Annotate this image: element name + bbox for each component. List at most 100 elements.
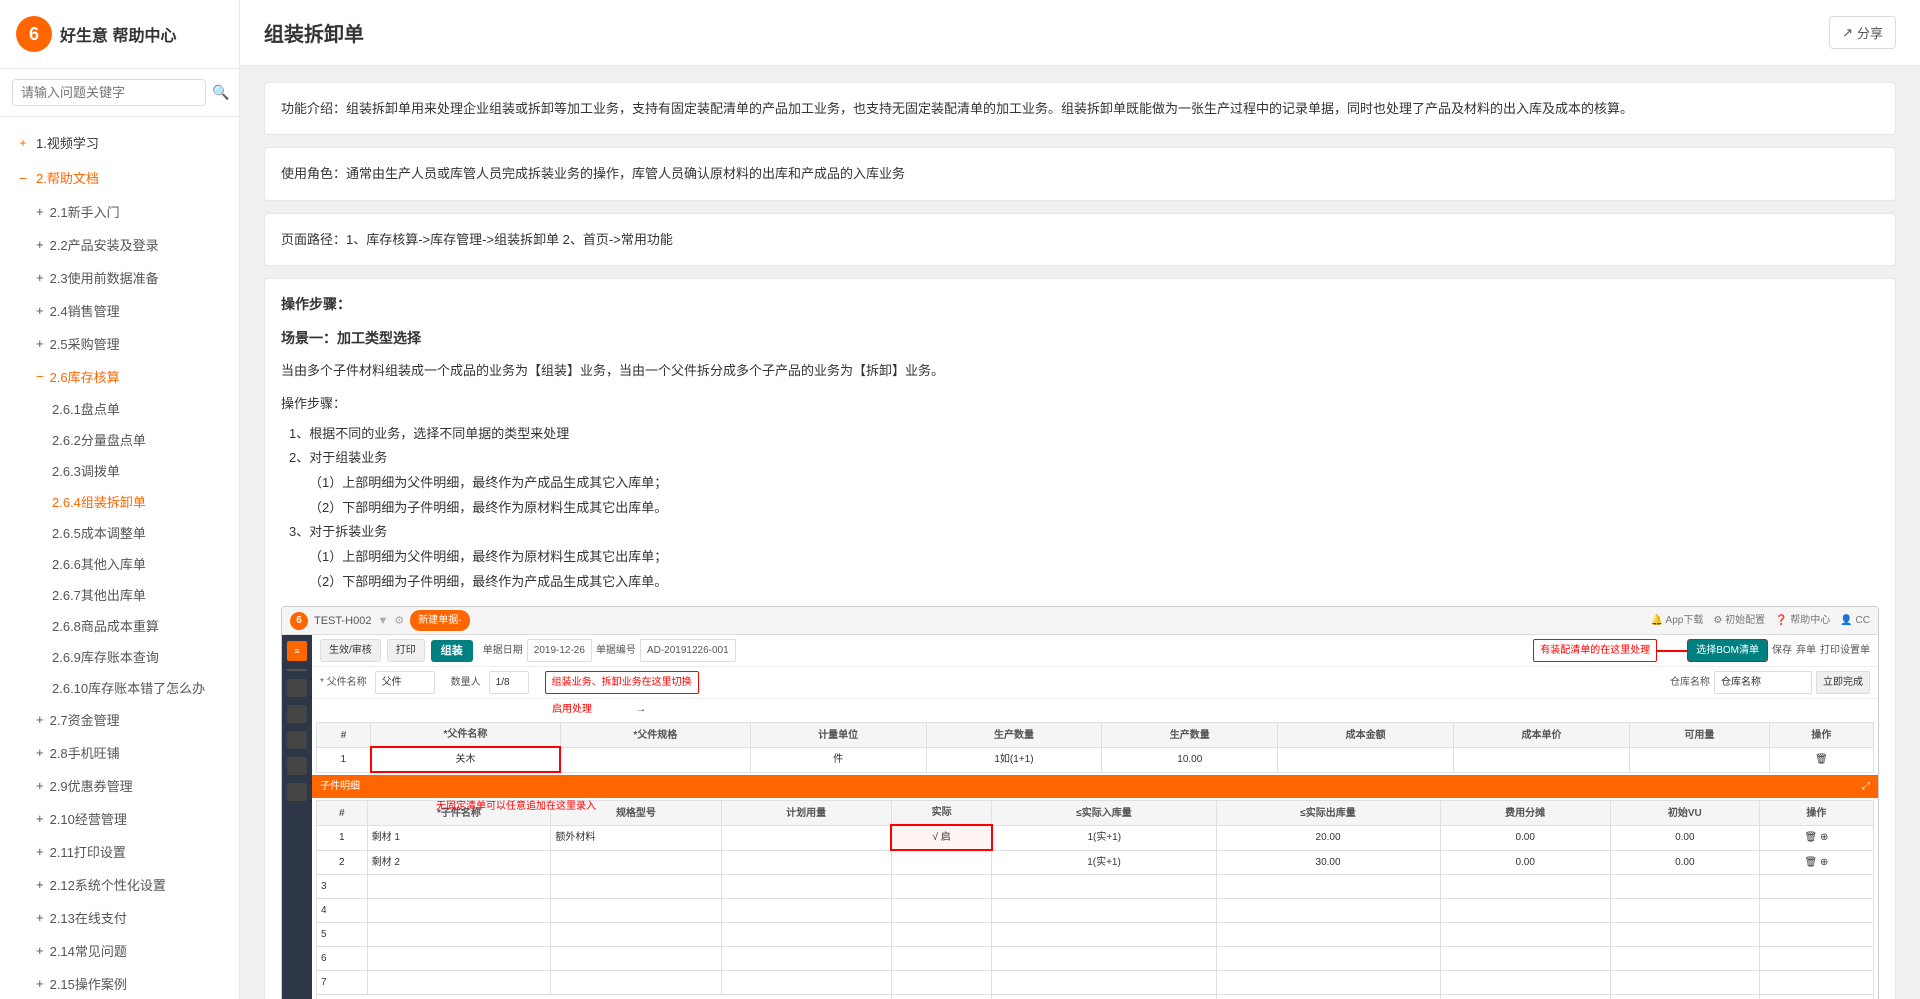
app-bom-btn[interactable]: 选择BOM清单: [1687, 639, 1768, 662]
step2-sub1: （1）上部明细为父件明细，最终作为产成品生成其它入库单；: [309, 471, 1879, 496]
logo-text: 好生意 帮助中心: [60, 22, 176, 46]
sidebar-item-inventory[interactable]: − 2.6库存核算: [28, 360, 239, 393]
app-save-btn[interactable]: 生效/审核: [320, 639, 381, 662]
main-header: 组装拆卸单 ↗ 分享: [240, 0, 1920, 66]
sidebar-item-online-pay[interactable]: + 2.13在线支付: [28, 901, 239, 934]
sidebar-item-install[interactable]: + 2.2产品安装及登录: [28, 228, 239, 261]
step2-sub: （1）上部明细为父件明细，最终作为产成品生成其它入库单； （2）下部明细为子件明…: [309, 471, 1879, 520]
step3-sub2: （2）下部明细为子件明细，最终作为产成品生成其它入库单。: [309, 570, 1879, 595]
role-text: 使用角色：通常由生产人员或库管人员完成拆装业务的操作，库管人员确认原材料的出库和…: [281, 162, 1879, 185]
step3-sub1: （1）上部明细为父件明细，最终作为原材料生成其它出库单；: [309, 545, 1879, 570]
share-button[interactable]: ↗ 分享: [1829, 16, 1896, 49]
page-title: 组装拆卸单: [264, 18, 364, 47]
app-form-row: * 父件名称 父件 数量人 1/8 组装业务、拆卸业务在这里切换 仓库名称 仓库…: [312, 667, 1878, 699]
sidebar-item-purchase[interactable]: + 2.5采购管理: [28, 327, 239, 360]
intro-box: 功能介绍：组装拆卸单用来处理企业组装或拆卸等加工业务，支持有固定装配清单的产品加…: [264, 82, 1896, 135]
app-parent-field[interactable]: 父件: [375, 671, 435, 694]
sidebar-item-mobile[interactable]: + 2.8手机旺铺: [28, 736, 239, 769]
sidebar-item-assembly[interactable]: 2.6.4组装拆卸单: [44, 486, 239, 517]
app-order-field[interactable]: AD-20191226-001: [640, 639, 736, 662]
app-toolbar: 生效/审核 打印 组装 单据日期 2019-12-26 单据编号 AD-2019…: [312, 635, 1878, 667]
sidebar-item-stocktake[interactable]: 2.6.1盘点单: [44, 393, 239, 424]
sidebar-item-other-out[interactable]: 2.6.7其他出库单: [44, 579, 239, 610]
app-confirm-btn[interactable]: 立即完成: [1816, 671, 1870, 694]
sidebar-item-docs[interactable]: − 2.帮助文档: [0, 160, 239, 195]
sidebar-item-partial-stocktake[interactable]: 2.6.2分量盘点单: [44, 424, 239, 455]
table-row: 4: [317, 898, 1874, 922]
path-text: 页面路径：1、库存核算->库存管理->组装拆卸单 2、首页->常用功能: [281, 228, 1879, 251]
table-row: 1 关木 件 1如(1+1) 10.00: [317, 747, 1874, 772]
sidebar-item-faq[interactable]: + 2.14常见问题: [28, 934, 239, 967]
share-icon: ↗: [1842, 25, 1853, 41]
app-warehouse-field[interactable]: 仓库名称: [1714, 671, 1812, 694]
sidebar-item-finance[interactable]: + 2.7资金管理: [28, 703, 239, 736]
role-box: 使用角色：通常由生产人员或库管人员完成拆装业务的操作，库管人员确认原材料的出库和…: [264, 147, 1896, 200]
step-list: 1、根据不同的业务，选择不同单据的类型来处理 2、对于组装业务 （1）上部明细为…: [289, 422, 1879, 595]
path-box: 页面路径：1、库存核算->库存管理->组装拆卸单 2、首页->常用功能: [264, 213, 1896, 266]
nav-section-video: + 1.视频学习: [0, 125, 239, 160]
sidebar-item-data-prep[interactable]: + 2.3使用前数据准备: [28, 261, 239, 294]
steps-label: 操作步骤：: [281, 392, 1879, 415]
table-row: 1 剩材 1 额外材料 √ 启 1(实+1) 20.00 0.00 0.00: [317, 825, 1874, 850]
steps-box: 操作步骤： 场景一：加工类型选择 当由多个子件材料组装成一个成品的业务为【组装】…: [264, 278, 1896, 999]
step2-sub2: （2）下部明细为子件明细，最终作为原材料生成其它出库单。: [309, 496, 1879, 521]
step3: 3、对于拆装业务: [289, 520, 1879, 545]
table-row: 2 剩材 2 1(实+1) 30.00 0.00 0.00: [317, 850, 1874, 874]
article-body: 功能介绍：组装拆卸单用来处理企业组装或拆卸等加工业务，支持有固定装配清单的产品加…: [240, 66, 1920, 999]
step3-sub: （1）上部明细为父件明细，最终作为原材料生成其它出库单； （2）下部明细为子件明…: [309, 545, 1879, 594]
intro-text: 功能介绍：组装拆卸单用来处理企业组装或拆卸等加工业务，支持有固定装配清单的产品加…: [281, 97, 1879, 120]
sidebar-item-operations[interactable]: + 2.10经营管理: [28, 802, 239, 835]
app-qty-field[interactable]: 1/8: [489, 671, 529, 694]
main-content: 组装拆卸单 ↗ 分享 功能介绍：组装拆卸单用来处理企业组装或拆卸等加工业务，支持…: [240, 0, 1920, 999]
sidebar-item-customize[interactable]: + 2.12系统个性化设置: [28, 868, 239, 901]
sidebar: 6 好生意 帮助中心 🔍 + 1.视频学习 − 2.帮助文档 + 2.1新手入门: [0, 0, 240, 999]
app-logo-small: 6: [290, 612, 308, 630]
upper-table: # *父件名称 *父件规格 计量单位 生产数量 生产数量 成本金额 成本单价 可: [316, 722, 1874, 773]
logo-icon: 6: [16, 16, 52, 52]
app-titlebar: 6 TEST-H002 ▼ ⚙ 新建单据- 🔔 App下载 ⚙ 初始配置 ❓ 帮…: [282, 607, 1878, 635]
app-type-toggle[interactable]: 组装: [431, 640, 473, 663]
sidebar-item-other-in[interactable]: 2.6.6其他入库单: [44, 548, 239, 579]
upper-table-container: # *父件名称 *父件规格 计量单位 生产数量 生产数量 成本金额 成本单价 可: [316, 722, 1874, 773]
lower-table-container: 无固定清单可以任意追加在这里录入 # *子件名称 规格型号 计划用量 实际: [316, 800, 1874, 999]
app-print-btn[interactable]: 打印: [387, 639, 425, 662]
sidebar-item-newbie[interactable]: + 2.1新手入门: [28, 195, 239, 228]
sidebar-item-print[interactable]: + 2.11打印设置: [28, 835, 239, 868]
docs-sub-items: + 2.1新手入门 + 2.2产品安装及登录 + 2.3使用前数据准备 + 2.…: [0, 195, 239, 999]
app-screenshot-container: 6 TEST-H002 ▼ ⚙ 新建单据- 🔔 App下载 ⚙ 初始配置 ❓ 帮…: [281, 606, 1879, 999]
scenario1-title: 场景一：加工类型选择: [281, 327, 1879, 351]
sidebar-item-inventory-query[interactable]: 2.6.9库存账本查询: [44, 641, 239, 672]
search-area: 🔍: [0, 69, 239, 117]
scenario1-desc: 当由多个子件材料组装成一个成品的业务为【组装】业务，当由一个父件拆分成多个子产品…: [281, 359, 1879, 382]
sidebar-item-transfer[interactable]: 2.6.3调拨单: [44, 455, 239, 486]
app-date-field[interactable]: 2019-12-26: [527, 639, 592, 662]
table-row: 6: [317, 946, 1874, 970]
table-row: 5: [317, 922, 1874, 946]
sidebar-item-video[interactable]: + 1.视频学习: [0, 125, 239, 160]
logo-area: 6 好生意 帮助中心: [0, 0, 239, 69]
search-input[interactable]: [12, 79, 206, 106]
sidebar-item-cases[interactable]: + 2.15操作案例: [28, 967, 239, 999]
sidebar-item-inventory-fix[interactable]: 2.6.10库存账本错了怎么办: [44, 672, 239, 703]
table-row: 3: [317, 874, 1874, 898]
table-row: 7: [317, 970, 1874, 994]
new-doc-btn: 新建单据-: [410, 610, 469, 631]
lower-table-header: 子件明细 ⤢: [312, 775, 1878, 798]
sidebar-item-coupon[interactable]: + 2.9优惠券管理: [28, 769, 239, 802]
sidebar-item-cost-recalc[interactable]: 2.6.8商品成本重算: [44, 610, 239, 641]
search-button[interactable]: 🔍: [212, 84, 229, 101]
annotation-toggle: 组装业务、拆卸业务在这里切换: [545, 671, 699, 694]
nav-section-docs: − 2.帮助文档 + 2.1新手入门 + 2.2产品安装及登录 + 2.3使用前…: [0, 160, 239, 999]
steps-title: 操作步骤：: [281, 293, 1879, 317]
minus-icon: −: [16, 171, 30, 185]
inventory-sub-items: 2.6.1盘点单 2.6.2分量盘点单 2.6.3调拨单 2.6.4组装拆卸单 …: [28, 393, 239, 703]
step2: 2、对于组装业务: [289, 446, 1879, 471]
step1: 1、根据不同的业务，选择不同单据的类型来处理: [289, 422, 1879, 447]
app-icon-sidebar: ≡: [282, 635, 312, 999]
sidebar-item-sales[interactable]: + 2.4销售管理: [28, 294, 239, 327]
sidebar-nav: + 1.视频学习 − 2.帮助文档 + 2.1新手入门 + 2.2产品安装及登录: [0, 117, 239, 999]
table-footer-row: 合计 8.00 0.00 0.00 0.00: [317, 994, 1874, 999]
plus-icon: +: [16, 136, 30, 150]
sidebar-item-cost-adjust[interactable]: 2.6.5成本调整单: [44, 517, 239, 548]
annotation-bom: 有装配清单的在这里处理: [1533, 639, 1657, 662]
